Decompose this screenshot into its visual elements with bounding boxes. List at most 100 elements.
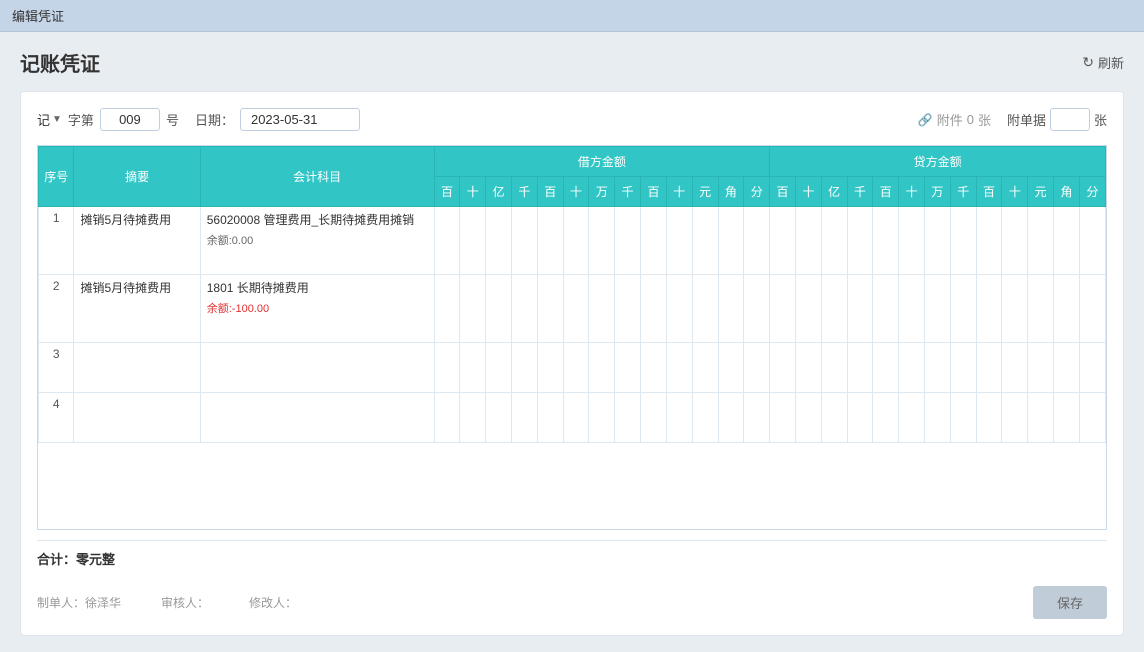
- credit-cell-2-9[interactable]: [1002, 343, 1028, 393]
- date-input[interactable]: [240, 108, 360, 131]
- debit-cell-3-0[interactable]: [434, 393, 460, 443]
- debit-cell-3-6[interactable]: [589, 393, 615, 443]
- debit-cell-0-2[interactable]: [486, 207, 512, 275]
- debit-cell-1-7[interactable]: [615, 275, 641, 343]
- credit-cell-1-7[interactable]: [950, 275, 976, 343]
- credit-cell-3-9[interactable]: [1002, 393, 1028, 443]
- debit-cell-3-5[interactable]: [563, 393, 589, 443]
- debit-cell-1-9[interactable]: [666, 275, 692, 343]
- credit-cell-1-3[interactable]: [847, 275, 873, 343]
- credit-cell-0-7[interactable]: [950, 207, 976, 275]
- credit-cell-0-9[interactable]: [1002, 207, 1028, 275]
- credit-cell-3-1[interactable]: [795, 393, 821, 443]
- credit-cell-2-5[interactable]: [899, 343, 925, 393]
- voucher-type-dropdown[interactable]: 记 ▼: [37, 110, 62, 129]
- debit-cell-0-0[interactable]: [434, 207, 460, 275]
- row-account[interactable]: 1801 长期待摊费用余额:-100.00: [200, 275, 434, 343]
- credit-cell-1-8[interactable]: [976, 275, 1002, 343]
- debit-cell-0-3[interactable]: [512, 207, 538, 275]
- credit-cell-3-2[interactable]: [821, 393, 847, 443]
- credit-cell-2-7[interactable]: [950, 343, 976, 393]
- credit-cell-0-0[interactable]: [770, 207, 796, 275]
- debit-cell-1-10[interactable]: [692, 275, 718, 343]
- credit-cell-1-6[interactable]: [925, 275, 951, 343]
- debit-cell-2-8[interactable]: [641, 343, 667, 393]
- credit-cell-2-6[interactable]: [925, 343, 951, 393]
- debit-cell-2-5[interactable]: [563, 343, 589, 393]
- debit-cell-2-4[interactable]: [537, 343, 563, 393]
- debit-cell-3-7[interactable]: [615, 393, 641, 443]
- debit-cell-2-12[interactable]: [744, 343, 770, 393]
- debit-cell-1-6[interactable]: [589, 275, 615, 343]
- row-summary[interactable]: 摊销5月待摊费用: [74, 275, 200, 343]
- credit-cell-2-10[interactable]: [1028, 343, 1054, 393]
- debit-cell-0-5[interactable]: [563, 207, 589, 275]
- debit-cell-2-7[interactable]: [615, 343, 641, 393]
- row-account[interactable]: 56020008 管理费用_长期待摊费用摊销余额:0.00: [200, 207, 434, 275]
- credit-cell-2-3[interactable]: [847, 343, 873, 393]
- credit-cell-3-6[interactable]: [925, 393, 951, 443]
- credit-cell-1-9[interactable]: [1002, 275, 1028, 343]
- credit-cell-0-12[interactable]: [1079, 207, 1105, 275]
- credit-cell-3-3[interactable]: [847, 393, 873, 443]
- credit-cell-0-11[interactable]: [1054, 207, 1080, 275]
- voucher-number-input[interactable]: [100, 108, 160, 131]
- debit-cell-0-7[interactable]: [615, 207, 641, 275]
- credit-cell-3-12[interactable]: [1079, 393, 1105, 443]
- debit-cell-2-6[interactable]: [589, 343, 615, 393]
- debit-cell-3-11[interactable]: [718, 393, 744, 443]
- credit-cell-3-4[interactable]: [873, 393, 899, 443]
- credit-cell-0-8[interactable]: [976, 207, 1002, 275]
- debit-cell-3-9[interactable]: [666, 393, 692, 443]
- credit-cell-3-5[interactable]: [899, 393, 925, 443]
- credit-cell-1-11[interactable]: [1054, 275, 1080, 343]
- row-account[interactable]: [200, 343, 434, 393]
- credit-cell-3-11[interactable]: [1054, 393, 1080, 443]
- row-summary[interactable]: 摊销5月待摊费用: [74, 207, 200, 275]
- credit-cell-3-0[interactable]: [770, 393, 796, 443]
- debit-cell-1-5[interactable]: [563, 275, 589, 343]
- credit-cell-1-4[interactable]: [873, 275, 899, 343]
- debit-cell-0-8[interactable]: [641, 207, 667, 275]
- debit-cell-1-8[interactable]: [641, 275, 667, 343]
- credit-cell-1-12[interactable]: [1079, 275, 1105, 343]
- credit-cell-1-0[interactable]: [770, 275, 796, 343]
- debit-cell-1-2[interactable]: [486, 275, 512, 343]
- credit-cell-1-10[interactable]: [1028, 275, 1054, 343]
- debit-cell-0-4[interactable]: [537, 207, 563, 275]
- credit-cell-2-8[interactable]: [976, 343, 1002, 393]
- credit-cell-3-8[interactable]: [976, 393, 1002, 443]
- credit-cell-1-2[interactable]: [821, 275, 847, 343]
- credit-cell-2-1[interactable]: [795, 343, 821, 393]
- debit-cell-2-1[interactable]: [460, 343, 486, 393]
- debit-cell-3-2[interactable]: [486, 393, 512, 443]
- debit-cell-1-12[interactable]: [744, 275, 770, 343]
- debit-cell-2-0[interactable]: [434, 343, 460, 393]
- debit-cell-3-1[interactable]: [460, 393, 486, 443]
- debit-cell-2-3[interactable]: [512, 343, 538, 393]
- debit-cell-2-9[interactable]: [666, 343, 692, 393]
- credit-cell-2-12[interactable]: [1079, 343, 1105, 393]
- credit-cell-0-6[interactable]: [925, 207, 951, 275]
- credit-cell-0-10[interactable]: [1028, 207, 1054, 275]
- debit-cell-3-8[interactable]: [641, 393, 667, 443]
- debit-cell-0-11[interactable]: [718, 207, 744, 275]
- credit-cell-0-5[interactable]: [899, 207, 925, 275]
- sheets-input[interactable]: [1050, 108, 1090, 131]
- credit-cell-1-5[interactable]: [899, 275, 925, 343]
- debit-cell-1-11[interactable]: [718, 275, 744, 343]
- debit-cell-3-3[interactable]: [512, 393, 538, 443]
- credit-cell-2-2[interactable]: [821, 343, 847, 393]
- credit-cell-0-1[interactable]: [795, 207, 821, 275]
- credit-cell-1-1[interactable]: [795, 275, 821, 343]
- credit-cell-0-4[interactable]: [873, 207, 899, 275]
- credit-cell-0-3[interactable]: [847, 207, 873, 275]
- debit-cell-1-3[interactable]: [512, 275, 538, 343]
- debit-cell-2-2[interactable]: [486, 343, 512, 393]
- debit-cell-1-4[interactable]: [537, 275, 563, 343]
- row-summary[interactable]: [74, 343, 200, 393]
- credit-cell-3-10[interactable]: [1028, 393, 1054, 443]
- refresh-button[interactable]: ↻ 刷新: [1082, 53, 1124, 72]
- credit-cell-2-0[interactable]: [770, 343, 796, 393]
- row-summary[interactable]: [74, 393, 200, 443]
